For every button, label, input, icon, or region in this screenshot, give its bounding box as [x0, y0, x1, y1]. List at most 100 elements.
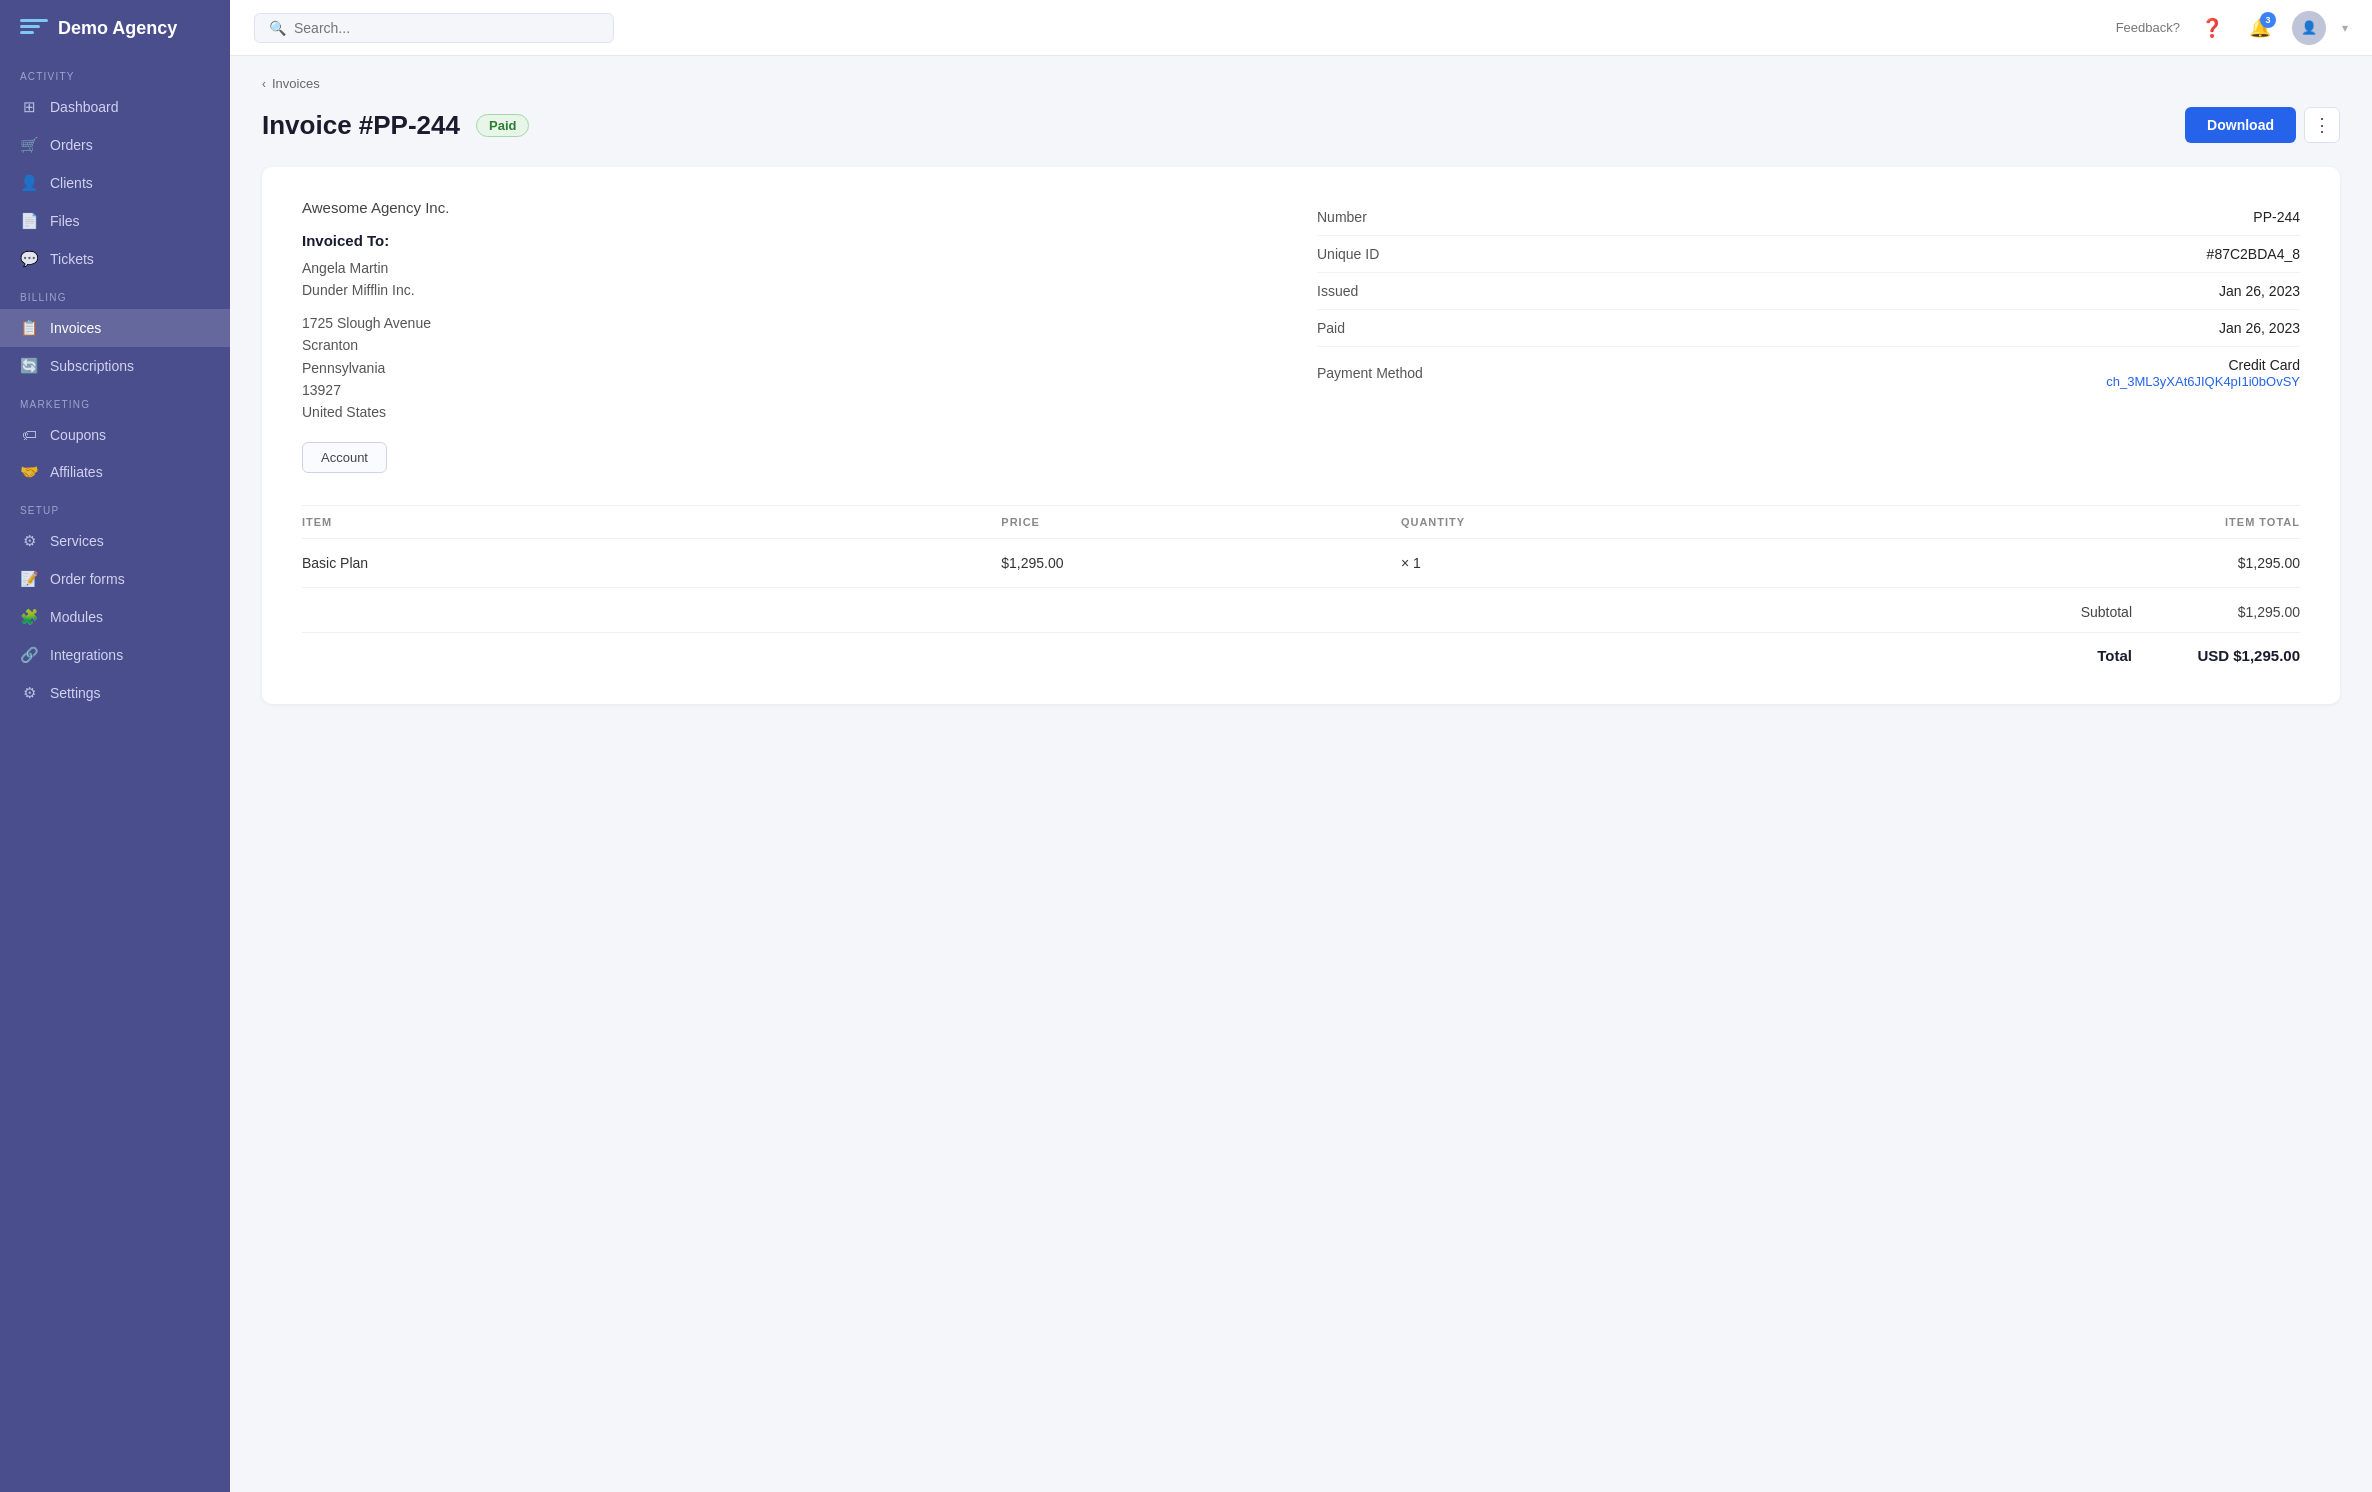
invoice-info-grid: Awesome Agency Inc. Invoiced To: Angela …: [302, 199, 2300, 473]
sidebar-item-label-clients: Clients: [50, 175, 93, 191]
coupons-icon: 🏷: [20, 426, 38, 443]
sidebar-item-order-forms[interactable]: 📝 Order forms: [0, 560, 230, 598]
sidebar-item-modules[interactable]: 🧩Modules: [0, 598, 230, 636]
sidebar-item-settings[interactable]: ⚙ Settings: [0, 674, 230, 712]
client-name: Angela Martin: [302, 257, 1285, 279]
header-right: Feedback? ❓ 🔔 3 👤 ▾: [2116, 11, 2348, 45]
meta-row-unique-id: Unique ID #87C2BDA4_8: [1317, 236, 2300, 273]
search-icon: 🔍: [269, 20, 286, 36]
sidebar-item-subscriptions[interactable]: 🔄Subscriptions: [0, 347, 230, 385]
order-forms-icon: 📝: [20, 570, 38, 588]
more-options-button[interactable]: ⋮: [2304, 107, 2340, 143]
app-logo[interactable]: Demo Agency: [0, 0, 230, 57]
avatar-initials: 👤: [2301, 20, 2317, 35]
breadcrumb-parent: Invoices: [272, 76, 320, 91]
sidebar-item-affiliates[interactable]: 🤝Affiliates: [0, 453, 230, 491]
sidebar-nav: Activity ⊞ Dashboard 🛒Orders 👤 Clients 📄 Files 💬…: [0, 57, 230, 712]
sidebar-item-orders[interactable]: 🛒Orders: [0, 126, 230, 164]
affiliates-icon: 🤝: [20, 463, 38, 481]
sidebar-item-dashboard[interactable]: ⊞ Dashboard: [0, 88, 230, 126]
app-name: Demo Agency: [58, 18, 177, 39]
sidebar-item-invoices[interactable]: 📋Invoices: [0, 309, 230, 347]
meta-label: Paid: [1317, 320, 1345, 336]
more-icon: ⋮: [2313, 114, 2331, 136]
address-line2: Scranton: [302, 334, 1285, 356]
subscriptions-icon: 🔄: [20, 357, 38, 375]
sidebar-item-label-order-forms: Order forms: [50, 571, 125, 587]
clients-icon: 👤: [20, 174, 38, 192]
cell-quantity: × 1: [1401, 538, 1801, 587]
col-quantity: QUANTITY: [1401, 505, 1801, 538]
meta-label: Number: [1317, 209, 1367, 225]
sidebar-item-services[interactable]: ⚙ Services: [0, 522, 230, 560]
company-from: Awesome Agency Inc.: [302, 199, 1285, 216]
sidebar-item-label-coupons: Coupons: [50, 427, 106, 443]
sidebar-item-label-settings: Settings: [50, 685, 101, 701]
help-icon: ❓: [2201, 17, 2223, 39]
sidebar: Demo Agency Activity ⊞ Dashboard 🛒Orders 👤 Cl…: [0, 0, 230, 1492]
help-button[interactable]: ❓: [2196, 12, 2228, 44]
sidebar-section-activity: Activity: [0, 57, 230, 88]
meta-row-number: NumberPP-244: [1317, 199, 2300, 236]
col-total: ITEM TOTAL: [1800, 505, 2300, 538]
meta-value: #87C2BDA4_8: [2207, 246, 2300, 262]
avatar[interactable]: 👤: [2292, 11, 2326, 45]
invoice-from-section: Awesome Agency Inc. Invoiced To: Angela …: [302, 199, 1285, 473]
account-button[interactable]: Account: [302, 442, 387, 473]
table-row: Basic Plan$1,295.00× 1$1,295.00: [302, 538, 2300, 587]
meta-row-issued: Issued Jan 26, 2023: [1317, 273, 2300, 310]
meta-value: Jan 26, 2023: [2219, 283, 2300, 299]
col-price: PRICE: [1001, 505, 1401, 538]
invoiced-to-label: Invoiced To:: [302, 232, 1285, 249]
settings-icon: ⚙: [20, 684, 38, 702]
main-area: 🔍 Feedback? ❓ 🔔 3 👤 ▾ ‹ Invoices I: [230, 0, 2372, 1492]
invoice-header: Invoice #PP-244 Paid Download ⋮: [262, 107, 2340, 143]
address-line5: United States: [302, 401, 1285, 423]
files-icon: 📄: [20, 212, 38, 230]
sidebar-item-label-dashboard: Dashboard: [50, 99, 119, 115]
table-header-row: ITEM PRICE QUANTITY ITEM TOTAL: [302, 505, 2300, 538]
total-value: USD $1,295.00: [2180, 647, 2300, 664]
download-button[interactable]: Download: [2185, 107, 2296, 143]
notifications-button[interactable]: 🔔 3: [2244, 12, 2276, 44]
sidebar-section-marketing: Marketing: [0, 385, 230, 416]
sidebar-item-label-services: Services: [50, 533, 104, 549]
meta-label: Unique ID: [1317, 246, 1379, 262]
sidebar-item-files[interactable]: 📄 Files: [0, 202, 230, 240]
breadcrumb[interactable]: ‹ Invoices: [262, 76, 2340, 91]
sidebar-item-clients[interactable]: 👤 Clients: [0, 164, 230, 202]
subtotal-row: Subtotal $1,295.00: [302, 596, 2300, 628]
topbar: 🔍 Feedback? ❓ 🔔 3 👤 ▾: [230, 0, 2372, 56]
feedback-button[interactable]: Feedback?: [2116, 20, 2180, 35]
invoice-title: Invoice #PP-244: [262, 110, 460, 141]
cell-price: $1,295.00: [1001, 538, 1401, 587]
sidebar-item-coupons[interactable]: 🏷 Coupons: [0, 416, 230, 453]
sidebar-item-label-files: Files: [50, 213, 80, 229]
subtotal-label: Subtotal: [2081, 604, 2132, 620]
grand-total-row: Total USD $1,295.00: [302, 632, 2300, 672]
search-input[interactable]: [294, 20, 599, 36]
sidebar-item-label-tickets: Tickets: [50, 251, 94, 267]
avatar-chevron-icon[interactable]: ▾: [2342, 21, 2348, 35]
meta-label: Issued: [1317, 283, 1358, 299]
meta-label: Payment Method: [1317, 365, 1423, 381]
dashboard-icon: ⊞: [20, 98, 38, 116]
orders-icon: 🛒: [20, 136, 38, 154]
breadcrumb-chevron-icon: ‹: [262, 77, 266, 91]
sidebar-item-tickets[interactable]: 💬Tickets: [0, 240, 230, 278]
client-company: Dunder Mifflin Inc.: [302, 279, 1285, 301]
meta-value: Credit Card: [2106, 357, 2300, 373]
cell-item: Basic Plan: [302, 538, 1001, 587]
sidebar-section-billing: Billing: [0, 278, 230, 309]
payment-link[interactable]: ch_3ML3yXAt6JIQK4pI1i0bOvSY: [2106, 374, 2300, 389]
invoice-card: Awesome Agency Inc. Invoiced To: Angela …: [262, 167, 2340, 704]
total-label: Total: [2097, 647, 2132, 664]
sidebar-section-setup: Setup: [0, 491, 230, 522]
search-box[interactable]: 🔍: [254, 13, 614, 43]
invoice-actions: Download ⋮: [2185, 107, 2340, 143]
services-icon: ⚙: [20, 532, 38, 550]
invoices-icon: 📋: [20, 319, 38, 337]
integrations-icon: 🔗: [20, 646, 38, 664]
sidebar-item-integrations[interactable]: 🔗Integrations: [0, 636, 230, 674]
logo-icon: [20, 19, 48, 39]
